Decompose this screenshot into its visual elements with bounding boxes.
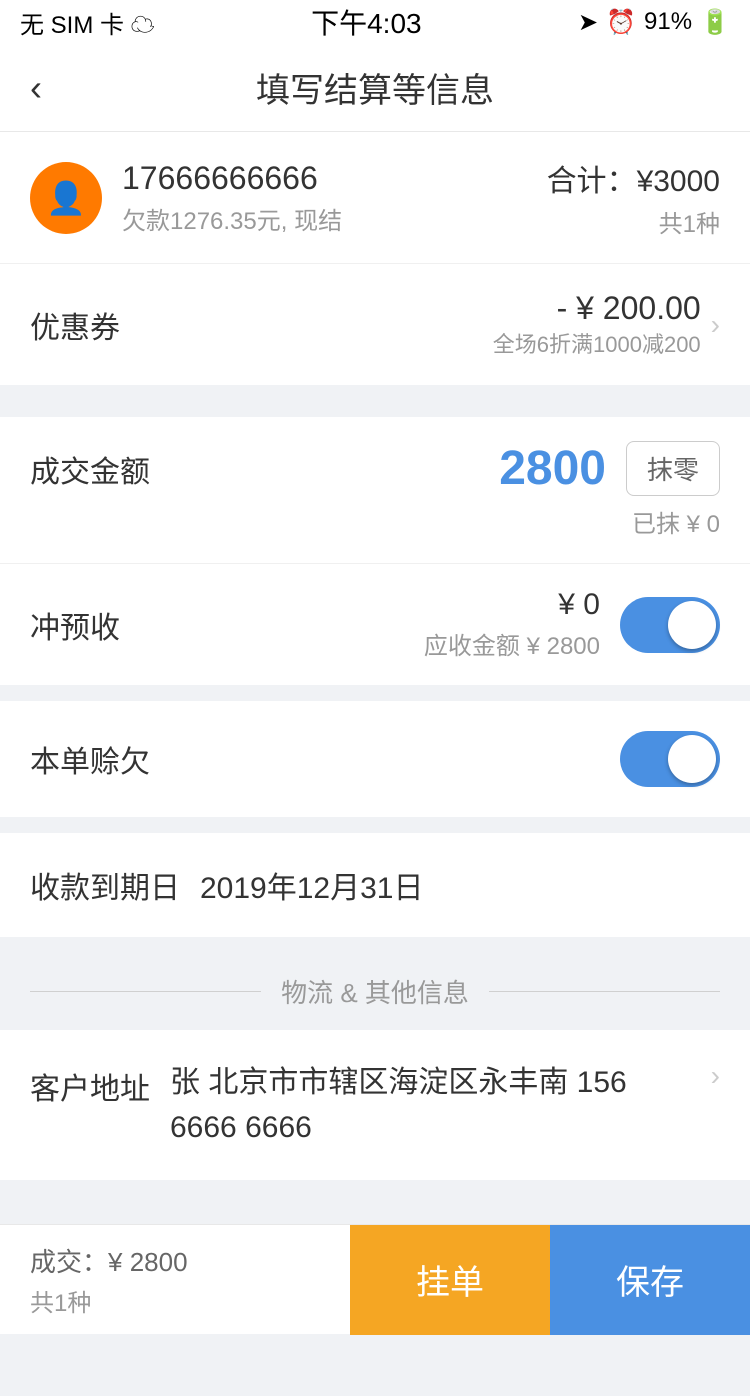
location-icon: ➤ [578,8,598,37]
total-count: 共1种 [547,204,720,239]
coupon-description: 全场6折满1000减200 [493,327,701,359]
nav-bar: ‹ 填写结算等信息 [0,44,750,132]
prereceive-amount: ¥ 0 [424,588,600,622]
chevron-right-icon: › [711,309,720,341]
pending-button[interactable]: 挂单 [350,1225,550,1335]
status-left: 无 SIM 卡 ☁ [20,5,155,40]
sim-status: 无 SIM 卡 ☁ [20,5,155,40]
avatar-icon: 👤 [46,179,86,217]
battery-icon: 🔋 [700,8,730,37]
customer-info: 17666666666 欠款1276.35元, 现结 [122,160,342,236]
divider-2 [0,685,750,701]
prereceive-label: 冲预收 [30,603,120,647]
battery-level: 91% [644,8,692,36]
prereceive-section: 冲预收 ¥ 0 应收金额 ¥ 2800 [0,563,750,685]
prereceive-row: 冲预收 ¥ 0 应收金额 ¥ 2800 [30,588,720,661]
footer-deal-amount: ¥ 2800 [108,1247,188,1277]
customer-right: 合计：¥3000 共1种 [547,156,720,239]
back-button[interactable]: ‹ [30,67,42,109]
duedate-row: 收款到期日 2019年12月31日 [30,863,720,907]
address-chevron-icon: › [711,1060,720,1092]
address-label: 客户地址 [30,1060,150,1108]
status-time: 下午4:03 [311,2,422,42]
customer-phone: 17666666666 [122,160,342,197]
duedate-section: 收款到期日 2019年12月31日 [0,833,750,937]
separator-text: 物流 & 其他信息 [261,973,489,1010]
total-value: ¥3000 [637,165,720,198]
footer-left: 成交：¥ 2800 共1种 [0,1242,350,1318]
address-content: 张 北京市市辖区海淀区永丰南 156 6666 6666 [150,1060,711,1150]
amount-row: 成交金额 2800 抹零 [30,441,720,496]
amount-value: 2800 [499,441,606,496]
prereceive-values: ¥ 0 应收金额 ¥ 2800 [424,588,600,661]
address-row[interactable]: 客户地址 张 北京市市辖区海淀区永丰南 156 6666 6666 › [30,1060,720,1150]
footer-deal-label: 成交：¥ 2800 [30,1242,320,1279]
toggle-knob [668,601,716,649]
avatar: 👤 [30,162,102,234]
footer-bar: 成交：¥ 2800 共1种 挂单 保存 [0,1224,750,1334]
amount-label: 成交金额 [30,447,150,491]
duedate-value: 2019年12月31日 [200,863,423,907]
coupon-right: - ¥ 200.00 全场6折满1000减200 › [493,290,720,359]
coupon-row[interactable]: 优惠券 - ¥ 200.00 全场6折满1000减200 › [0,263,750,385]
prereceive-right: ¥ 0 应收金额 ¥ 2800 [424,588,720,661]
customer-debt: 欠款1276.35元, 现结 [122,201,342,236]
status-bar: 无 SIM 卡 ☁ 下午4:03 ➤ ⏰ 91% 🔋 [0,0,750,44]
total-amount: 合计：¥3000 [547,156,720,200]
status-right: ➤ ⏰ 91% 🔋 [578,8,730,37]
coupon-discount: - ¥ 200.00 [493,290,701,327]
total-label: 合计： [547,165,637,198]
debt-row: 本单赊欠 [30,731,720,787]
debt-toggle-knob [668,735,716,783]
customer-left: 👤 17666666666 欠款1276.35元, 现结 [30,160,342,236]
separator-line-left [30,991,261,992]
separator-line-right [489,991,720,992]
divider-1 [0,401,750,417]
amount-right: 2800 抹零 [499,441,720,496]
duedate-label: 收款到期日 [30,863,180,907]
prereceive-toggle[interactable] [620,597,720,653]
footer-count: 共1种 [30,1283,320,1318]
debt-label: 本单赊欠 [30,737,150,781]
prereceive-sub: 应收金额 ¥ 2800 [424,626,600,661]
customer-row: 👤 17666666666 欠款1276.35元, 现结 合计：¥3000 共1… [0,132,750,263]
address-section: 客户地址 张 北京市市辖区海淀区永丰南 156 6666 6666 › [0,1030,750,1180]
coupon-label: 优惠券 [30,303,120,347]
save-button[interactable]: 保存 [550,1225,750,1335]
page-title: 填写结算等信息 [256,63,494,112]
debt-section: 本单赊欠 [0,701,750,817]
round-button[interactable]: 抹零 [626,441,720,496]
section-separator: 物流 & 其他信息 [0,953,750,1030]
clock-icon: ⏰ [606,8,636,37]
debt-toggle[interactable] [620,731,720,787]
amount-section: 成交金额 2800 抹零 已抹 ¥ 0 [0,417,750,563]
amount-sub-text: 已抹 ¥ 0 [30,504,720,539]
customer-section: 👤 17666666666 欠款1276.35元, 现结 合计：¥3000 共1… [0,132,750,385]
